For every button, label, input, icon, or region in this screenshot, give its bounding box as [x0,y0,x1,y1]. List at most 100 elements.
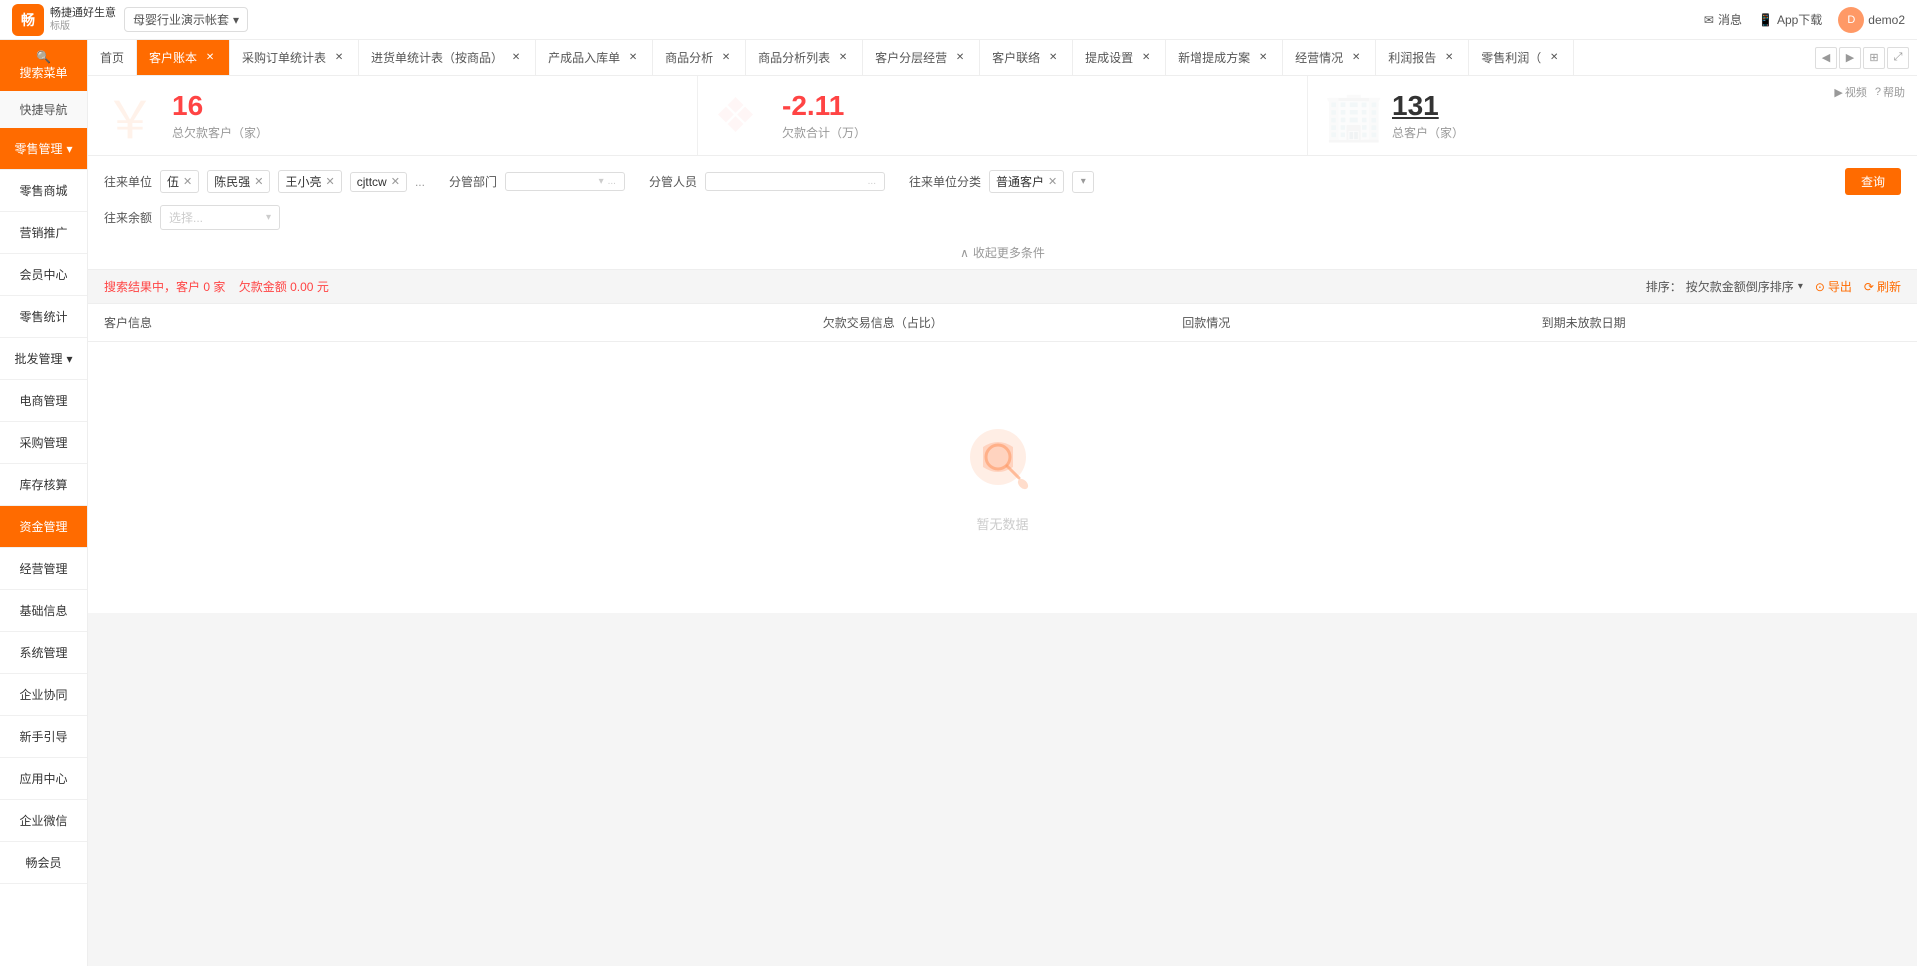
sidebar-item-batch-mgmt[interactable]: 批发管理 ▾ [0,338,87,380]
help-button[interactable]: ? 帮助 [1875,84,1905,100]
tab-customer-contact[interactable]: 客户联络 ✕ [980,40,1073,76]
stat-background-icon-yuan: ￥ [104,78,156,153]
close-tab-business-status[interactable]: ✕ [1349,51,1363,65]
person-filter-select[interactable]: ... [705,172,885,191]
video-help-button[interactable]: ▶ 视频 [1834,84,1866,100]
sidebar: 🔍 搜索菜单 快捷导航 零售管理 ▾ 零售商城 营销推广 会员中心 零售统计 批… [0,40,88,966]
stat-label-customers: 总欠款客户（家） [172,124,268,141]
sidebar-item-search-menu[interactable]: 🔍 搜索菜单 [0,40,87,91]
close-tab-product-analysis-list[interactable]: ✕ [836,51,850,65]
remove-tag-chen[interactable]: ✕ [254,175,263,188]
sidebar-item-enterprise-wechat[interactable]: 企业微信 [0,800,87,842]
sidebar-item-finance-mgmt[interactable]: 资金管理 [0,506,87,548]
main-layout: 🔍 搜索菜单 快捷导航 零售管理 ▾ 零售商城 营销推广 会员中心 零售统计 批… [0,40,1917,966]
export-icon: ⊙ [1815,280,1825,294]
sidebar-item-retail-mgmt[interactable]: 零售管理 ▾ [0,128,87,170]
sidebar-item-app-center[interactable]: 应用中心 [0,758,87,800]
sidebar-item-basic-info[interactable]: 基础信息 [0,590,87,632]
filter-tag-wu[interactable]: 伍 ✕ [160,170,199,193]
filter-tag-wang[interactable]: 王小亮 ✕ [278,170,341,193]
sidebar-item-quick-nav[interactable]: 快捷导航 [0,91,87,128]
sidebar-item-operations-mgmt[interactable]: 经营管理 [0,548,87,590]
query-button[interactable]: 查询 [1845,168,1901,195]
chevron-icon: ▾ [66,142,72,156]
tab-product-analysis-list[interactable]: 商品分析列表 ✕ [746,40,863,76]
close-tab-profit-report[interactable]: ✕ [1442,51,1456,65]
stat-value-amount: -2.11 [782,90,866,122]
tab-retail-profit[interactable]: 零售利润（ ✕ [1469,40,1574,76]
search-icon: 🔍 [0,50,87,64]
tab-expand-button[interactable]: ⊞ [1863,47,1885,69]
remove-tag-wu[interactable]: ✕ [183,175,192,188]
close-tab-new-raise-plan[interactable]: ✕ [1256,51,1270,65]
logo-area: 畅 畅捷通好生意 标版 [12,4,116,36]
tab-business-status[interactable]: 经营情况 ✕ [1283,40,1376,76]
sidebar-item-ecommerce[interactable]: 电商管理 [0,380,87,422]
tab-prev-button[interactable]: ◀ [1815,47,1837,69]
tab-product-inbound[interactable]: 产成品入库单 ✕ [536,40,653,76]
close-tab-product-inbound[interactable]: ✕ [626,51,640,65]
user-profile[interactable]: D demo2 [1838,7,1905,33]
sidebar-item-member-center[interactable]: 会员中心 [0,254,87,296]
department-filter-select[interactable]: ▾ ... [505,172,625,191]
sidebar-item-retail-stats[interactable]: 零售统计 [0,296,87,338]
collapse-filter-button[interactable]: ∧ 收起更多条件 [104,240,1901,269]
sidebar-item-member[interactable]: 畅会员 [0,842,87,884]
close-tab-inbound[interactable]: ✕ [509,51,523,65]
stats-row: ￥ 16 总欠款客户（家） ❖ -2.11 欠款合计（万） 🏢 [88,76,1917,156]
filter-more-btn[interactable]: ... [415,175,425,189]
category-dropdown-button[interactable]: ▾ [1072,171,1094,193]
download-icon: 📱 [1758,13,1773,27]
export-button[interactable]: ⊙ 导出 [1815,278,1852,295]
filter-tag-common-customer[interactable]: 普通客户 ✕ [989,170,1064,193]
sidebar-item-retail-shop[interactable]: 零售商城 [0,170,87,212]
sidebar-item-new-user-guide[interactable]: 新手引导 [0,716,87,758]
category-filter-label: 往来单位分类 [909,173,981,190]
sort-select[interactable]: 排序： 按欠款金额倒序排序 ▾ [1646,278,1803,295]
filter-tag-chen[interactable]: 陈民强 ✕ [207,170,270,193]
stat-label-total: 总客户（家） [1392,124,1464,141]
remove-tag-cjttcw[interactable]: ✕ [391,175,400,188]
close-tab-customer-segment[interactable]: ✕ [953,51,967,65]
chevron-down-icon: ▾ [599,176,604,187]
chevron-icon: ▾ [66,352,72,366]
remove-tag-common-customer[interactable]: ✕ [1048,175,1057,188]
tab-new-raise-plan[interactable]: 新增提成方案 ✕ [1166,40,1283,76]
tab-next-button[interactable]: ▶ [1839,47,1861,69]
tab-customer-account[interactable]: 客户账本 ✕ [137,40,230,76]
tab-inbound-stats[interactable]: 进货单统计表（按商品） ✕ [359,40,536,76]
result-actions: 排序： 按欠款金额倒序排序 ▾ ⊙ 导出 ⟳ 刷新 [1646,278,1901,295]
tab-profit-report[interactable]: 利润报告 ✕ [1376,40,1469,76]
tab-home[interactable]: 首页 [88,40,137,76]
account-selector[interactable]: 母婴行业演示帐套 ▾ [124,7,248,32]
balance-filter-input[interactable]: 选择... ▾ [160,205,280,230]
remove-tag-wang[interactable]: ✕ [326,175,335,188]
tab-customer-segment[interactable]: 客户分层经营 ✕ [863,40,980,76]
refresh-button[interactable]: ⟳ 刷新 [1864,278,1901,295]
empty-state: 暂无数据 [88,342,1917,613]
logo-text: 畅捷通好生意 标版 [50,6,116,33]
sidebar-item-inventory[interactable]: 库存核算 [0,464,87,506]
close-tab-purchase-order[interactable]: ✕ [332,51,346,65]
sidebar-item-marketing[interactable]: 营销推广 [0,212,87,254]
filter-tag-cjttcw[interactable]: cjttcw ✕ [350,172,407,192]
sidebar-item-enterprise-collab[interactable]: 企业协同 [0,674,87,716]
sidebar-item-purchase-mgmt[interactable]: 采购管理 [0,422,87,464]
close-tab-customer-contact[interactable]: ✕ [1046,51,1060,65]
close-tab-product-analysis[interactable]: ✕ [719,51,733,65]
tab-fullscreen-button[interactable]: ⤢ [1887,47,1909,69]
close-tab-retail-profit[interactable]: ✕ [1547,51,1561,65]
tab-product-analysis[interactable]: 商品分析 ✕ [653,40,746,76]
tab-raise-settings[interactable]: 提成设置 ✕ [1073,40,1166,76]
stat-value-total: 131 [1392,90,1464,122]
close-tab-customer-account[interactable]: ✕ [203,51,217,65]
app-download-button[interactable]: 📱 App下载 [1758,11,1822,28]
sidebar-item-system-mgmt[interactable]: 系统管理 [0,632,87,674]
stat-total-debt-customers: ￥ 16 总欠款客户（家） [88,76,698,155]
app-logo: 畅 [12,4,44,36]
close-tab-raise-settings[interactable]: ✕ [1139,51,1153,65]
filter-area: 往来单位 伍 ✕ 陈民强 ✕ 王小亮 ✕ cjttcw [88,156,1917,270]
tab-controls: ◀ ▶ ⊞ ⤢ [1815,47,1917,69]
tab-purchase-order-stats[interactable]: 采购订单统计表 ✕ [230,40,359,76]
message-button[interactable]: ✉ 消息 [1704,11,1742,28]
